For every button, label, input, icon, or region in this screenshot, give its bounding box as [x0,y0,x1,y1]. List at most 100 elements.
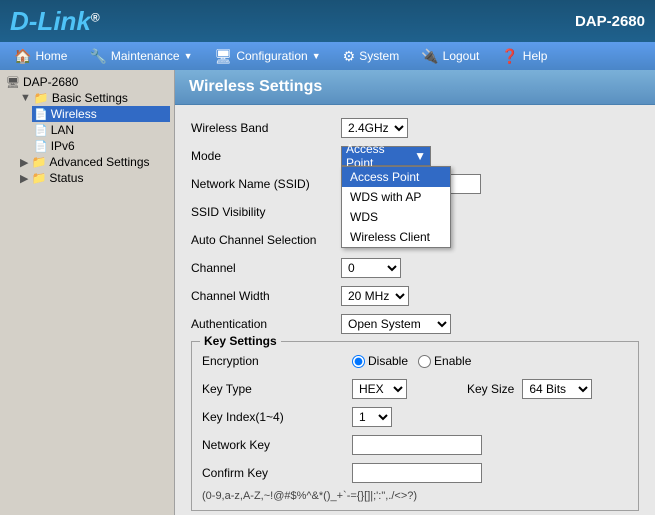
folder-icon: 📁 [34,91,49,105]
basic-settings-children: 📄 Wireless 📄 LAN 📄 IPv6 [18,106,170,154]
key-type-control: HEX ASCII Key Size 64 Bits 128 Bits [352,379,628,399]
channel-select[interactable]: 0 [341,258,401,278]
hint-text: (0-9,a-z,A-Z,~!@#$%^&*()_+`-={}[]|;':",.… [202,490,628,502]
channel-width-row: Channel Width 20 MHz 40 MHz [191,285,639,307]
mode-option-wds[interactable]: WDS [342,207,450,227]
nav-configuration[interactable]: 🖥 Configuration ▼ [205,45,331,68]
sidebar-item-basic-settings[interactable]: ▼ 📁 Basic Settings [18,90,170,106]
encryption-disable-item: Disable [352,354,408,368]
ssid-visibility-label: SSID Visibility [191,205,341,219]
mode-dropdown-button[interactable]: Access Point ▼ [341,146,431,166]
encryption-enable-label: Enable [434,354,471,368]
encryption-disable-radio[interactable] [352,355,365,368]
encryption-disable-label: Disable [368,354,408,368]
encryption-label: Encryption [202,354,352,368]
logo: D-Link® [10,6,100,37]
mode-dropdown-container: Access Point ▼ Access Point WDS with AP … [341,146,431,166]
channel-width-control: 20 MHz 40 MHz [341,286,409,306]
maintenance-icon: 🔧 [89,48,106,65]
auto-channel-label: Auto Channel Selection [191,233,341,247]
encryption-enable-radio[interactable] [418,355,431,368]
mode-control: Access Point ▼ Access Point WDS with AP … [341,146,431,166]
network-key-row: Network Key [202,434,628,456]
encryption-control: Disable Enable [352,354,471,368]
key-size-select[interactable]: 64 Bits 128 Bits [522,379,592,399]
nav-system-label: System [359,49,399,63]
confirm-key-row: Confirm Key [202,462,628,484]
mode-option-wds-with-ap[interactable]: WDS with AP [342,187,450,207]
mode-dropdown-list: Access Point WDS with AP WDS Wireless Cl… [341,166,451,248]
configuration-icon: 🖥 [215,48,233,65]
wireless-file-icon: 📄 [34,108,48,121]
auth-select[interactable]: Open System WPA-Personal [341,314,451,334]
key-index-row: Key Index(1~4) 1 2 3 4 [202,406,628,428]
key-index-label: Key Index(1~4) [202,410,352,424]
key-type-row: Key Type HEX ASCII Key Size 64 Bits 128 … [202,378,628,400]
channel-width-select[interactable]: 20 MHz 40 MHz [341,286,409,306]
mode-option-access-point[interactable]: Access Point [342,167,450,187]
channel-control: 0 [341,258,401,278]
lan-label: LAN [51,123,74,137]
key-type-label: Key Type [202,382,352,396]
nav-system[interactable]: ⚙ System [333,45,410,68]
page-title: Wireless Settings [175,70,655,105]
nav-help[interactable]: ❓ Help [491,45,557,68]
ipv6-file-icon: 📄 [34,140,48,153]
sidebar-item-ipv6[interactable]: 📄 IPv6 [32,138,170,154]
network-key-control [352,435,482,455]
sidebar-root[interactable]: 🖥 DAP-2680 [4,74,170,90]
root-icon: 🖥 [6,76,20,89]
wireless-band-row: Wireless Band 2.4GHz 5GHz [191,117,639,139]
encryption-row: Encryption Disable Enable [202,350,628,372]
nav-maintenance-label: Maintenance [111,49,180,63]
confirm-key-input[interactable] [352,463,482,483]
encryption-radio-group: Disable Enable [352,354,471,368]
sidebar-item-advanced-settings[interactable]: ▶ 📁 Advanced Settings [18,154,170,170]
status-label: Status [49,171,83,185]
channel-row: Channel 0 [191,257,639,279]
confirm-key-control [352,463,482,483]
wireless-band-control: 2.4GHz 5GHz [341,118,408,138]
sidebar-item-wireless[interactable]: 📄 Wireless [32,106,170,122]
wireless-band-select[interactable]: 2.4GHz 5GHz [341,118,408,138]
key-index-select[interactable]: 1 2 3 4 [352,407,392,427]
sidebar-item-status[interactable]: ▶ 📁 Status [18,170,170,186]
configuration-arrow-icon: ▼ [312,51,321,61]
advanced-expand-icon: ▶ [20,156,28,169]
navbar: 🏠 Home 🔧 Maintenance ▼ 🖥 Configuration ▼… [0,42,655,70]
help-icon: ❓ [501,48,518,65]
network-key-input[interactable] [352,435,482,455]
sidebar-item-lan[interactable]: 📄 LAN [32,122,170,138]
system-icon: ⚙ [343,48,356,65]
key-settings-box: Key Settings Encryption Disable Enab [191,341,639,511]
sidebar-tree: ▼ 📁 Basic Settings 📄 Wireless 📄 LAN 📄 IP… [4,90,170,186]
expand-icon: ▼ [20,92,31,104]
ssid-label: Network Name (SSID) [191,177,341,191]
model-name: DAP-2680 [575,13,645,30]
logout-icon: 🔌 [421,48,438,65]
channel-label: Channel [191,261,341,275]
nav-help-label: Help [523,49,548,63]
wireless-label: Wireless [51,107,97,121]
ipv6-label: IPv6 [51,139,75,153]
nav-logout-label: Logout [443,49,480,63]
content-body: Wireless Band 2.4GHz 5GHz Mode Access Po… [175,105,655,515]
auth-row: Authentication Open System WPA-Personal [191,313,639,335]
advanced-folder-icon: 📁 [31,155,46,169]
sidebar: 🖥 DAP-2680 ▼ 📁 Basic Settings 📄 Wireless… [0,70,175,515]
header: D-Link® DAP-2680 [0,0,655,42]
nav-maintenance[interactable]: 🔧 Maintenance ▼ [79,45,202,68]
lan-file-icon: 📄 [34,124,48,137]
basic-settings-label: Basic Settings [52,91,128,105]
home-icon: 🏠 [14,48,31,65]
key-type-select[interactable]: HEX ASCII [352,379,407,399]
status-expand-icon: ▶ [20,172,28,185]
key-size-group: Key Size 64 Bits 128 Bits [467,379,592,399]
sidebar-root-label: DAP-2680 [23,75,78,89]
nav-home-label: Home [35,49,67,63]
nav-logout[interactable]: 🔌 Logout [411,45,489,68]
nav-home[interactable]: 🏠 Home [4,45,77,68]
mode-option-wireless-client[interactable]: Wireless Client [342,227,450,247]
auth-control: Open System WPA-Personal [341,314,451,334]
mode-label: Mode [191,149,341,163]
